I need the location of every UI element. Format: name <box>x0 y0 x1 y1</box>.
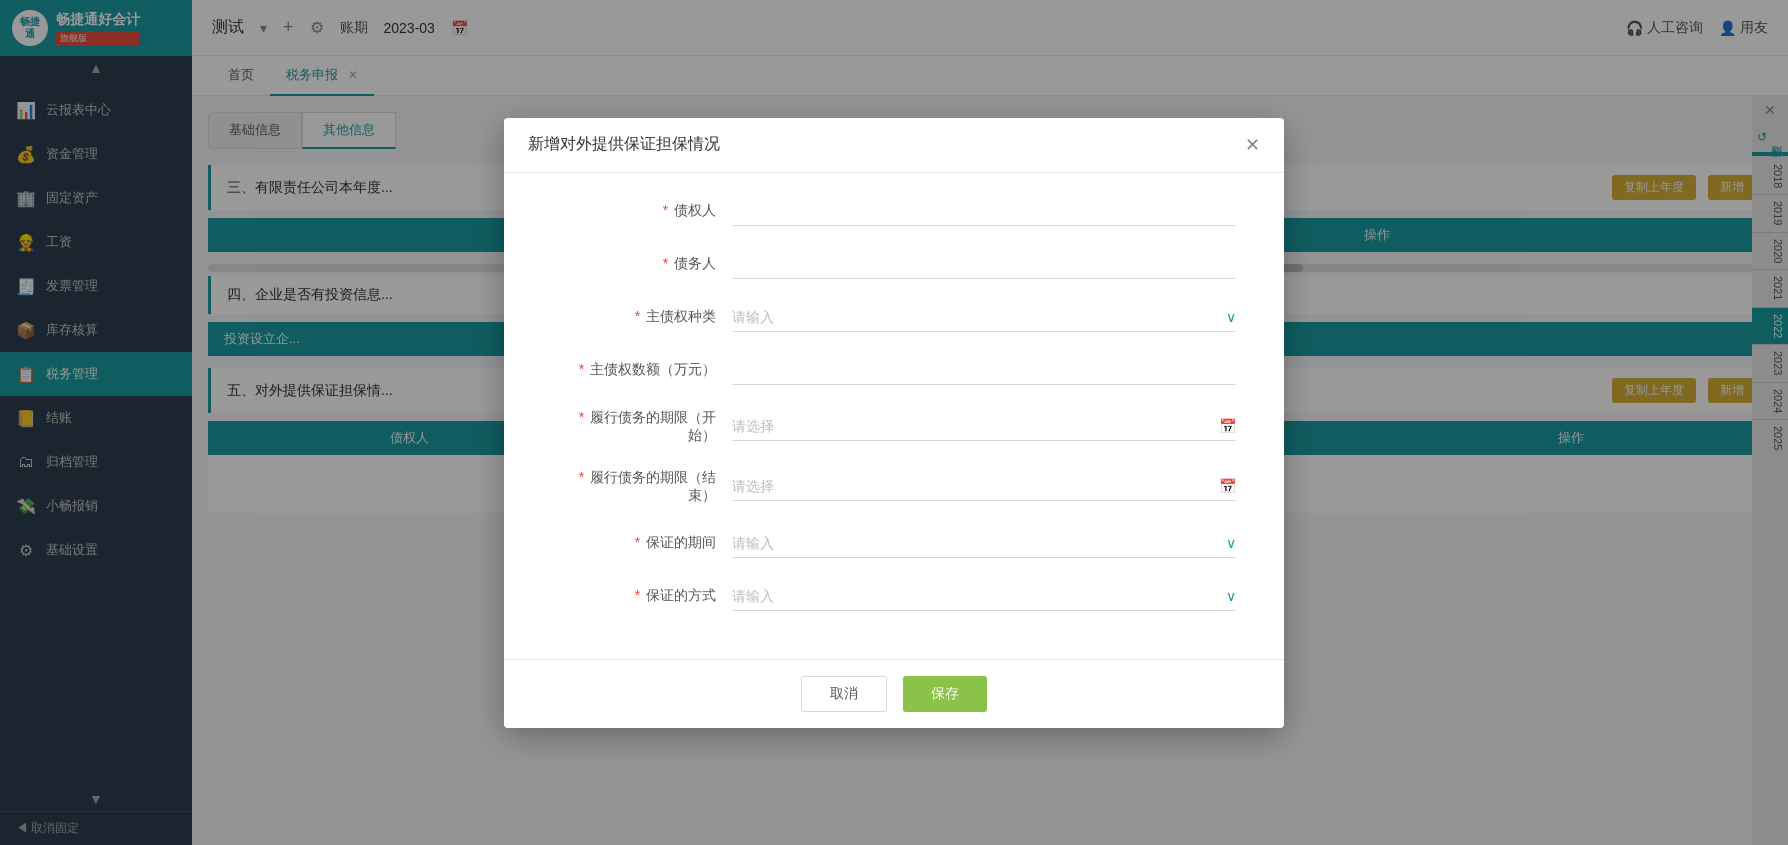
input-period-start[interactable] <box>732 412 1219 440</box>
label-period-start: * 履行债务的期限（开始） <box>552 409 732 445</box>
claim-type-dropdown-icon[interactable]: ∨ <box>1226 309 1236 325</box>
modal-title: 新增对外提供保证担保情况 <box>528 134 720 155</box>
period-end-calendar-icon[interactable]: 📅 <box>1219 478 1236 494</box>
modal-footer: 取消 保存 <box>504 659 1284 728</box>
label-debtor: * 债务人 <box>552 255 732 273</box>
field-debtor: * 债务人 <box>552 250 1236 279</box>
label-guarantee-method: * 保证的方式 <box>552 587 732 605</box>
guarantee-period-dropdown-icon[interactable]: ∨ <box>1226 535 1236 551</box>
field-claim-amount: * 主债权数额（万元） <box>552 356 1236 385</box>
save-button[interactable]: 保存 <box>903 676 987 712</box>
wrap-period-end: 📅 <box>732 472 1236 501</box>
input-guarantee-period[interactable] <box>732 529 1226 557</box>
input-debtor[interactable] <box>732 250 1236 279</box>
modal-close-btn[interactable]: ✕ <box>1245 134 1260 156</box>
wrap-guarantee-period: ∨ <box>732 529 1236 558</box>
wrap-claim-type: ∨ <box>732 303 1236 332</box>
field-claim-type: * 主债权种类 ∨ <box>552 303 1236 332</box>
guarantee-method-dropdown-icon[interactable]: ∨ <box>1226 588 1236 604</box>
input-creditor[interactable] <box>732 197 1236 226</box>
cancel-button[interactable]: 取消 <box>801 676 887 712</box>
field-period-start: * 履行债务的期限（开始） 📅 <box>552 409 1236 445</box>
field-creditor: * 债权人 <box>552 197 1236 226</box>
input-claim-amount[interactable] <box>732 356 1236 385</box>
input-guarantee-method[interactable] <box>732 582 1226 610</box>
label-claim-amount: * 主债权数额（万元） <box>552 361 732 379</box>
modal-body: * 债权人 * 债务人 * 主债权种类 <box>504 173 1284 659</box>
input-period-end[interactable] <box>732 472 1219 500</box>
modal-dialog: 新增对外提供保证担保情况 ✕ * 债权人 * 债务人 <box>504 118 1284 728</box>
wrap-guarantee-method: ∨ <box>732 582 1236 611</box>
field-guarantee-method: * 保证的方式 ∨ <box>552 582 1236 611</box>
label-creditor: * 债权人 <box>552 202 732 220</box>
label-period-end: * 履行债务的期限（结束） <box>552 469 732 505</box>
field-guarantee-period: * 保证的期间 ∨ <box>552 529 1236 558</box>
wrap-period-start: 📅 <box>732 412 1236 441</box>
label-guarantee-period: * 保证的期间 <box>552 534 732 552</box>
field-period-end: * 履行债务的期限（结束） 📅 <box>552 469 1236 505</box>
input-claim-type[interactable] <box>732 303 1226 331</box>
label-claim-type: * 主债权种类 <box>552 308 732 326</box>
modal-header: 新增对外提供保证担保情况 ✕ <box>504 118 1284 173</box>
period-start-calendar-icon[interactable]: 📅 <box>1219 418 1236 434</box>
modal-overlay: 新增对外提供保证担保情况 ✕ * 债权人 * 债务人 <box>0 0 1788 845</box>
